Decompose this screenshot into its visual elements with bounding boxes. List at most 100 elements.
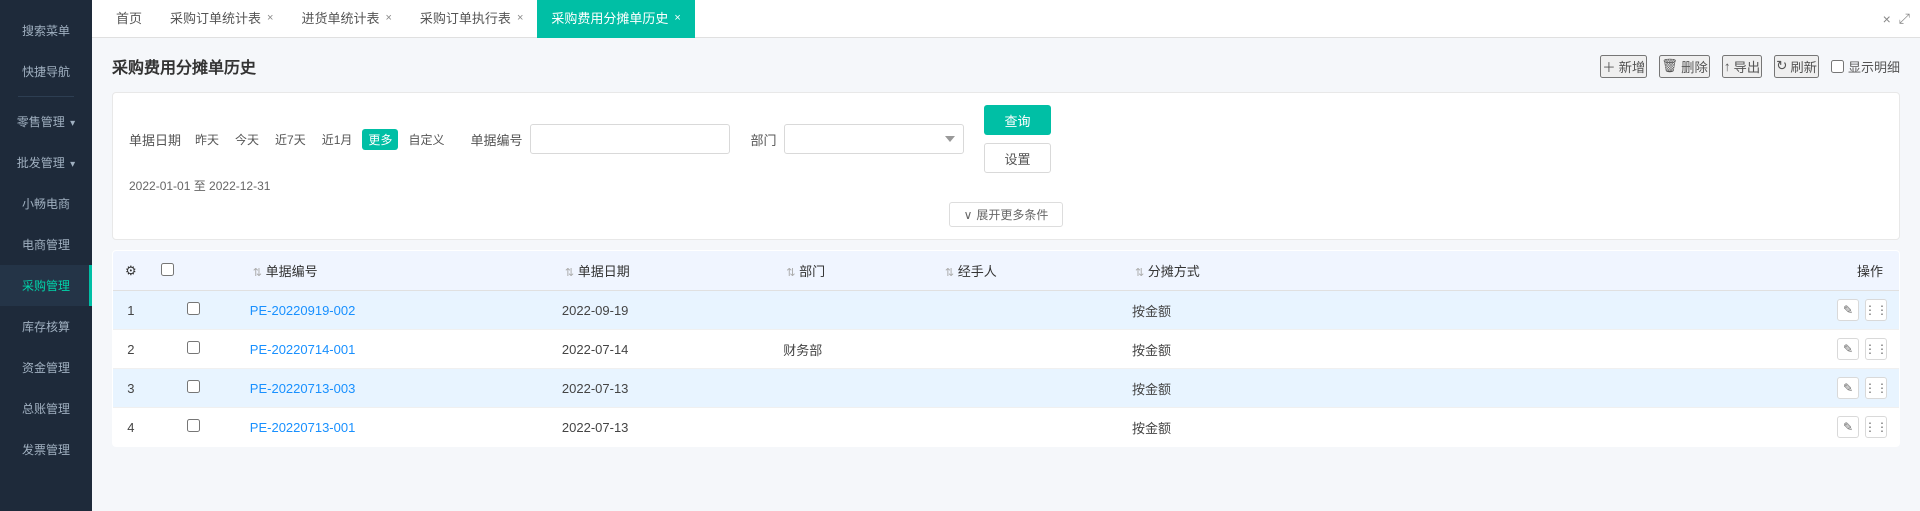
sidebar-item-ecommerce-xc[interactable]: 小畅电商 <box>0 183 92 224</box>
more-icon[interactable]: ⋮⋮ <box>1865 299 1887 321</box>
cell-dept <box>771 408 930 447</box>
doc-no-input[interactable] <box>530 124 730 154</box>
row-checkbox[interactable] <box>187 302 200 315</box>
doc-no-link[interactable]: PE-20220713-003 <box>250 381 356 396</box>
cell-checkbox[interactable] <box>149 369 238 408</box>
doc-no-link[interactable]: PE-20220713-001 <box>250 420 356 435</box>
cell-handler <box>930 369 1120 408</box>
sidebar-item-ecommerce-mgmt[interactable]: 电商管理 <box>0 224 92 265</box>
cell-doc-no: PE-20220713-001 <box>238 408 550 447</box>
refresh-button[interactable]: ↻ 刷新 <box>1774 55 1819 78</box>
th-action: 操作 <box>1720 251 1900 291</box>
filter-row: 单据日期 昨天 今天 近7天 近1月 更多 自定义 单据编号 <box>129 105 1883 173</box>
gear-icon: ⚙ <box>125 263 137 278</box>
tab-purchase-stat[interactable]: 采购订单统计表 × <box>156 0 287 38</box>
tab-inbound-stat[interactable]: 进货单统计表 × <box>287 0 405 38</box>
tab-purchase-fee-history[interactable]: 采购费用分摊单历史 × <box>537 0 694 38</box>
expand-more-button[interactable]: ∨ 展开更多条件 <box>949 202 1064 227</box>
date-btn-custom[interactable]: 自定义 <box>402 129 450 150</box>
add-button[interactable]: ＋ 新增 <box>1600 55 1647 78</box>
refresh-icon: ↻ <box>1776 58 1787 74</box>
tab-home[interactable]: 首页 <box>102 0 156 38</box>
row-checkbox[interactable] <box>187 380 200 393</box>
show-columns-checkbox[interactable] <box>1831 60 1844 73</box>
th-settings[interactable]: ⚙ <box>113 251 149 291</box>
date-btn-7days[interactable]: 近7天 <box>269 129 312 150</box>
table-row: 1 PE-20220919-002 2022-09-19 按金额 ✎ ⋮⋮ <box>113 291 1900 330</box>
maximize-window-icon[interactable]: ⤢ <box>1899 10 1910 27</box>
chevron-down-icon: ▾ <box>70 159 75 170</box>
cell-dept <box>771 291 930 330</box>
dept-select[interactable] <box>784 124 964 154</box>
edit-icon[interactable]: ✎ <box>1837 377 1859 399</box>
more-icon[interactable]: ⋮⋮ <box>1865 416 1887 438</box>
close-window-icon[interactable]: × <box>1883 11 1891 27</box>
filter-settings-button[interactable]: 设置 <box>984 143 1050 173</box>
sidebar-item-fund-mgmt[interactable]: 资金管理 <box>0 347 92 388</box>
tab-close-icon[interactable]: × <box>267 12 273 24</box>
cell-checkbox[interactable] <box>149 330 238 369</box>
cell-doc-no: PE-20220714-001 <box>238 330 550 369</box>
tab-close-icon[interactable]: × <box>385 12 391 24</box>
active-indicator <box>89 265 92 306</box>
chevron-down-icon: ∨ <box>964 208 973 222</box>
edit-icon[interactable]: ✎ <box>1837 299 1859 321</box>
doc-no-link[interactable]: PE-20220714-001 <box>250 342 356 357</box>
sidebar-item-invoice-mgmt[interactable]: 发票管理 <box>0 429 92 470</box>
table-head: ⚙ ⇅ 单据编号 ⇅ 单据日期 ⇅ 部门 <box>113 251 1900 291</box>
more-icon[interactable]: ⋮⋮ <box>1865 377 1887 399</box>
sidebar-item-quick-nav[interactable]: 快捷导航 <box>0 51 92 92</box>
chevron-down-icon: ▾ <box>70 118 75 129</box>
sidebar-item-search-menu[interactable]: 搜索菜单 <box>0 10 92 51</box>
date-filter-label: 单据日期 <box>129 130 181 149</box>
sidebar-item-label: 库存核算 <box>22 320 70 334</box>
date-btn-1month[interactable]: 近1月 <box>316 129 359 150</box>
doc-no-label: 单据编号 <box>470 130 522 149</box>
add-label: 新增 <box>1619 57 1646 76</box>
sidebar: 搜索菜单 快捷导航 零售管理 ▾ 批发管理 ▾ 小畅电商 电商管理 采购管理 库… <box>0 0 92 511</box>
tab-purchase-exec[interactable]: 采购订单执行表 × <box>406 0 537 38</box>
sidebar-item-wholesale-mgmt[interactable]: 批发管理 ▾ <box>0 142 92 183</box>
query-button[interactable]: 查询 <box>984 105 1050 135</box>
tab-close-icon[interactable]: × <box>674 12 680 24</box>
sidebar-item-retail-mgmt[interactable]: 零售管理 ▾ <box>0 101 92 142</box>
cell-checkbox[interactable] <box>149 408 238 447</box>
select-all-checkbox[interactable] <box>161 263 174 276</box>
date-btn-yesterday[interactable]: 昨天 <box>189 129 225 150</box>
delete-label: 删除 <box>1681 57 1708 76</box>
date-btn-today[interactable]: 今天 <box>229 129 265 150</box>
table-row: 3 PE-20220713-003 2022-07-13 按金额 ✎ ⋮⋮ <box>113 369 1900 408</box>
delete-button[interactable]: 🗑 删除 <box>1659 55 1710 78</box>
doc-no-link[interactable]: PE-20220919-002 <box>250 303 356 318</box>
edit-icon[interactable]: ✎ <box>1837 338 1859 360</box>
export-button[interactable]: ↑ 导出 <box>1722 55 1762 78</box>
cell-date: 2022-07-14 <box>550 330 771 369</box>
cell-handler <box>930 330 1120 369</box>
more-icon[interactable]: ⋮⋮ <box>1865 338 1887 360</box>
sidebar-item-general-ledger[interactable]: 总账管理 <box>0 388 92 429</box>
show-columns-toggle[interactable]: 显示明细 <box>1831 57 1900 76</box>
tab-label: 采购订单执行表 <box>420 8 511 27</box>
sort-icon: ⇅ <box>945 267 954 279</box>
edit-icon[interactable]: ✎ <box>1837 416 1859 438</box>
table-row: 4 PE-20220713-001 2022-07-13 按金额 ✎ ⋮⋮ <box>113 408 1900 447</box>
date-btn-more[interactable]: 更多 <box>362 129 398 150</box>
sidebar-item-label: 采购管理 <box>22 279 70 293</box>
filter-buttons: 查询 设置 <box>984 105 1050 173</box>
sidebar-item-label: 资金管理 <box>22 361 70 375</box>
cell-checkbox[interactable] <box>149 291 238 330</box>
cell-date: 2022-09-19 <box>550 291 771 330</box>
cell-handler <box>930 408 1120 447</box>
row-checkbox[interactable] <box>187 341 200 354</box>
sort-icon: ⇅ <box>1135 267 1144 279</box>
cell-num: 1 <box>113 291 149 330</box>
th-doc-no-label: 单据编号 <box>266 264 318 279</box>
sidebar-item-purchase-mgmt[interactable]: 采购管理 <box>0 265 92 306</box>
row-checkbox[interactable] <box>187 419 200 432</box>
sidebar-item-inventory[interactable]: 库存核算 <box>0 306 92 347</box>
th-date-label: 单据日期 <box>578 264 630 279</box>
th-handler: ⇅ 经手人 <box>930 251 1120 291</box>
sidebar-item-label: 总账管理 <box>22 402 70 416</box>
th-checkbox[interactable] <box>149 251 238 291</box>
tab-close-icon[interactable]: × <box>517 12 523 24</box>
